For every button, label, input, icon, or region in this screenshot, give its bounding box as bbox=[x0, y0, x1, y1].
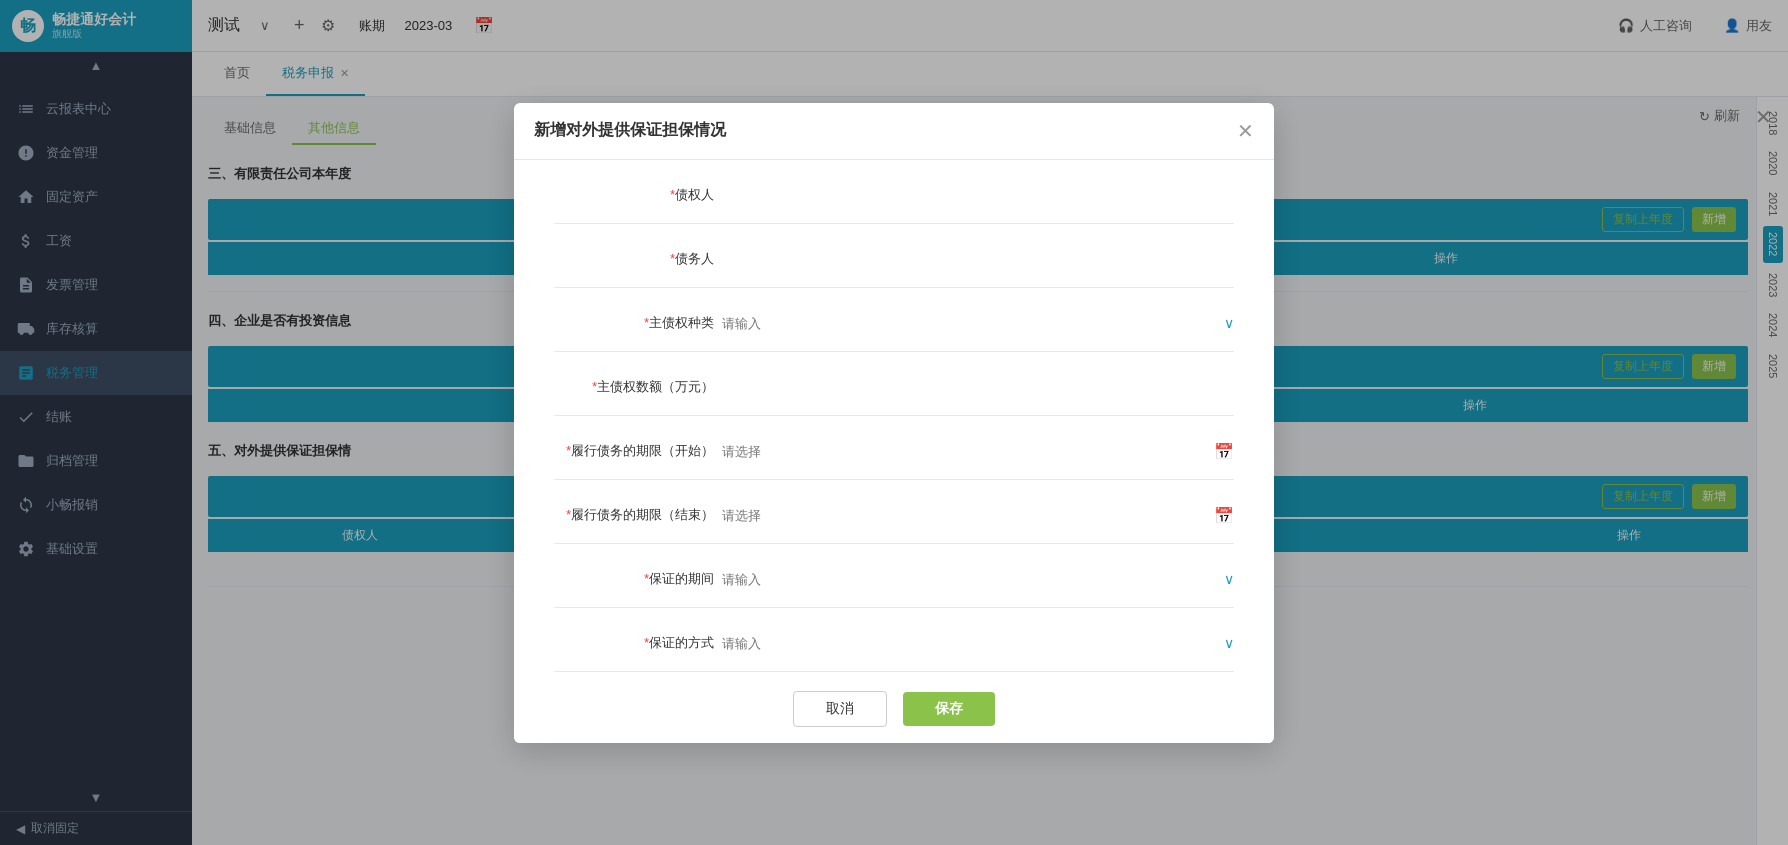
form-row-debt-type: *主债权种类 ∨ bbox=[554, 312, 1234, 352]
form-label-debt-amount: *主债权数额（万元） bbox=[554, 378, 714, 396]
creditor-input[interactable] bbox=[714, 184, 1234, 207]
form-row-period-start: *履行债务的期限（开始） 📅 bbox=[554, 440, 1234, 480]
guarantee-period-input[interactable] bbox=[714, 568, 1224, 591]
form-row-creditor: *债权人 bbox=[554, 184, 1234, 224]
form-label-creditor: *债权人 bbox=[554, 186, 714, 204]
modal-title: 新增对外提供保证担保情况 bbox=[534, 120, 1237, 141]
form-label-guarantee-method: *保证的方式 bbox=[554, 634, 714, 652]
modal-body: *债权人 *债务人 *主债权种类 bbox=[514, 160, 1274, 675]
debt-type-chevron-icon[interactable]: ∨ bbox=[1224, 315, 1234, 331]
period-start-cal-icon[interactable]: 📅 bbox=[1214, 442, 1234, 461]
form-label-guarantee-period: *保证的期间 bbox=[554, 570, 714, 588]
form-row-debt-amount: *主债权数额（万元） bbox=[554, 376, 1234, 416]
debt-type-select-wrap: ∨ bbox=[714, 312, 1234, 335]
form-row-guarantee-period: *保证的期间 ∨ bbox=[554, 568, 1234, 608]
debtor-input[interactable] bbox=[714, 248, 1234, 271]
required-mark: * bbox=[670, 251, 675, 266]
modal-close-icon[interactable]: ✕ bbox=[1237, 119, 1254, 143]
guarantee-period-select-wrap: ∨ bbox=[714, 568, 1234, 591]
required-mark: * bbox=[644, 571, 649, 586]
required-mark: * bbox=[644, 315, 649, 330]
required-mark: * bbox=[566, 443, 571, 458]
guarantee-method-chevron-icon[interactable]: ∨ bbox=[1224, 635, 1234, 651]
form-label-debtor: *债务人 bbox=[554, 250, 714, 268]
guarantee-method-select-wrap: ∨ bbox=[714, 632, 1234, 655]
required-mark: * bbox=[644, 635, 649, 650]
debt-amount-input[interactable] bbox=[714, 376, 1234, 399]
form-row-guarantee-method: *保证的方式 ∨ bbox=[554, 632, 1234, 672]
period-start-input[interactable] bbox=[714, 440, 1214, 463]
period-end-input[interactable] bbox=[714, 504, 1214, 527]
form-row-period-end: *履行债务的期限（结束） 📅 bbox=[554, 504, 1234, 544]
required-mark: * bbox=[592, 379, 597, 394]
required-mark: * bbox=[566, 507, 571, 522]
form-area: *债权人 *债务人 *主债权种类 bbox=[514, 160, 1274, 675]
form-label-debt-type: *主债权种类 bbox=[554, 314, 714, 332]
period-end-cal-icon[interactable]: 📅 bbox=[1214, 506, 1234, 525]
form-label-period-start: *履行债务的期限（开始） bbox=[554, 442, 714, 460]
form-row-debtor: *债务人 bbox=[554, 248, 1234, 288]
modal-header: 新增对外提供保证担保情况 ✕ bbox=[514, 103, 1274, 160]
modal-dialog: 新增对外提供保证担保情况 ✕ *债权人 *债务人 bbox=[514, 103, 1274, 743]
period-end-wrap: 📅 bbox=[714, 504, 1234, 527]
form-label-period-end: *履行债务的期限（结束） bbox=[554, 506, 714, 524]
cancel-button[interactable]: 取消 bbox=[793, 691, 887, 727]
required-mark: * bbox=[670, 187, 675, 202]
period-start-wrap: 📅 bbox=[714, 440, 1234, 463]
modal-overlay: 新增对外提供保证担保情况 ✕ *债权人 *债务人 bbox=[0, 0, 1788, 845]
guarantee-period-chevron-icon[interactable]: ∨ bbox=[1224, 571, 1234, 587]
save-button[interactable]: 保存 bbox=[903, 692, 995, 726]
guarantee-method-input[interactable] bbox=[714, 632, 1224, 655]
modal-footer: 取消 保存 bbox=[514, 675, 1274, 743]
debt-type-input[interactable] bbox=[714, 312, 1224, 335]
